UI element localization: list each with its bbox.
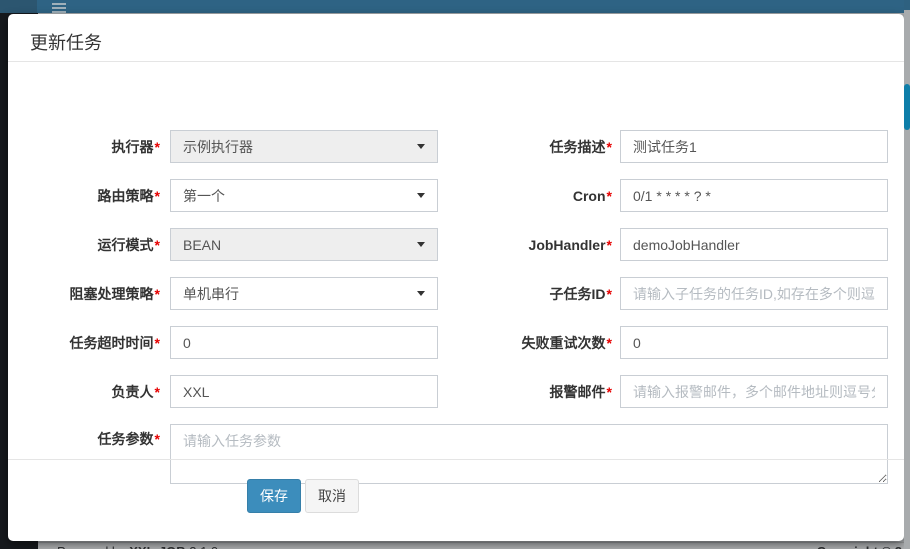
required-asterisk: * — [155, 286, 160, 302]
alarm-email-label: 报警邮件* — [458, 382, 612, 402]
select-caret-icon — [417, 291, 425, 296]
block-strategy-label: 阻塞处理策略* — [8, 284, 160, 304]
route-strategy-select[interactable]: 第一个 — [170, 179, 438, 212]
form-group-timeout: 任务超时时间* — [8, 326, 438, 359]
form-group-route-strategy: 路由策略* 第一个 — [8, 179, 438, 212]
executor-label: 执行器* — [8, 137, 160, 157]
powered-by-text: Powered by XXL-JOB 2.1.0 — [57, 544, 218, 549]
required-asterisk: * — [607, 139, 612, 155]
fail-retry-label: 失败重试次数* — [458, 333, 612, 353]
required-asterisk: * — [607, 384, 612, 400]
required-asterisk: * — [607, 188, 612, 204]
modal-header: 更新任务 — [8, 14, 904, 62]
modal-title: 更新任务 — [30, 29, 102, 55]
scrollbar-track[interactable] — [904, 0, 910, 549]
jobhandler-label: JobHandler* — [458, 237, 612, 253]
update-job-modal: 更新任务 执行器* 示例执行器 任务描述* 路由策略* 第一个 — [8, 14, 904, 541]
required-asterisk: * — [607, 237, 612, 253]
scrollbar-top-segment — [904, 0, 910, 10]
form-group-executor: 执行器* 示例执行器 — [8, 130, 438, 163]
form-group-cron: Cron* — [458, 179, 888, 212]
job-desc-input[interactable] — [620, 130, 888, 163]
cancel-button[interactable]: 取消 — [305, 479, 359, 513]
page-footer: Powered by XXL-JOB 2.1.0 Copyright © 2 — [38, 542, 904, 549]
job-desc-label: 任务描述* — [458, 137, 612, 157]
required-asterisk: * — [155, 188, 160, 204]
author-input[interactable] — [170, 375, 438, 408]
required-asterisk: * — [155, 431, 160, 447]
fail-retry-input[interactable] — [620, 326, 888, 359]
executor-select: 示例执行器 — [170, 130, 438, 163]
required-asterisk: * — [155, 139, 160, 155]
modal-footer: 保存 取消 — [8, 459, 904, 541]
form-group-author: 负责人* — [8, 375, 438, 408]
form-group-child-jobid: 子任务ID* — [458, 277, 888, 310]
jobhandler-input[interactable] — [620, 228, 888, 261]
save-button[interactable]: 保存 — [247, 479, 301, 513]
author-label: 负责人* — [8, 382, 160, 402]
required-asterisk: * — [607, 335, 612, 351]
timeout-input[interactable] — [170, 326, 438, 359]
route-strategy-label: 路由策略* — [8, 186, 160, 206]
select-caret-icon — [417, 193, 425, 198]
form-group-glue-type: 运行模式* BEAN — [8, 228, 438, 261]
required-asterisk: * — [607, 286, 612, 302]
screen: Powered by XXL-JOB 2.1.0 Copyright © 2 更… — [0, 0, 910, 549]
top-navbar — [0, 0, 910, 14]
timeout-label: 任务超时时间* — [8, 333, 160, 353]
glue-type-label: 运行模式* — [8, 235, 160, 255]
form-group-jobhandler: JobHandler* — [458, 228, 888, 261]
child-jobid-label: 子任务ID* — [458, 284, 612, 304]
scrollbar-thumb[interactable] — [904, 84, 910, 130]
select-caret-icon — [417, 144, 425, 149]
select-caret-icon — [417, 242, 425, 247]
required-asterisk: * — [155, 335, 160, 351]
modal-body: 执行器* 示例执行器 任务描述* 路由策略* 第一个 Cron* — [8, 62, 904, 459]
alarm-email-input[interactable] — [620, 375, 888, 408]
required-asterisk: * — [155, 237, 160, 253]
form-group-alarm-email: 报警邮件* — [458, 375, 888, 408]
job-param-label: 任务参数* — [8, 424, 160, 454]
cron-label: Cron* — [458, 188, 612, 204]
glue-type-select: BEAN — [170, 228, 438, 261]
block-strategy-select[interactable]: 单机串行 — [170, 277, 438, 310]
child-jobid-input[interactable] — [620, 277, 888, 310]
navbar-logo-area — [0, 0, 37, 14]
copyright-text: Copyright © 2 — [817, 544, 902, 549]
form-group-fail-retry: 失败重试次数* — [458, 326, 888, 359]
cron-input[interactable] — [620, 179, 888, 212]
brand-name: XXL-JOB — [129, 544, 185, 549]
form-group-job-desc: 任务描述* — [458, 130, 888, 163]
form-group-block-strategy: 阻塞处理策略* 单机串行 — [8, 277, 438, 310]
required-asterisk: * — [155, 384, 160, 400]
